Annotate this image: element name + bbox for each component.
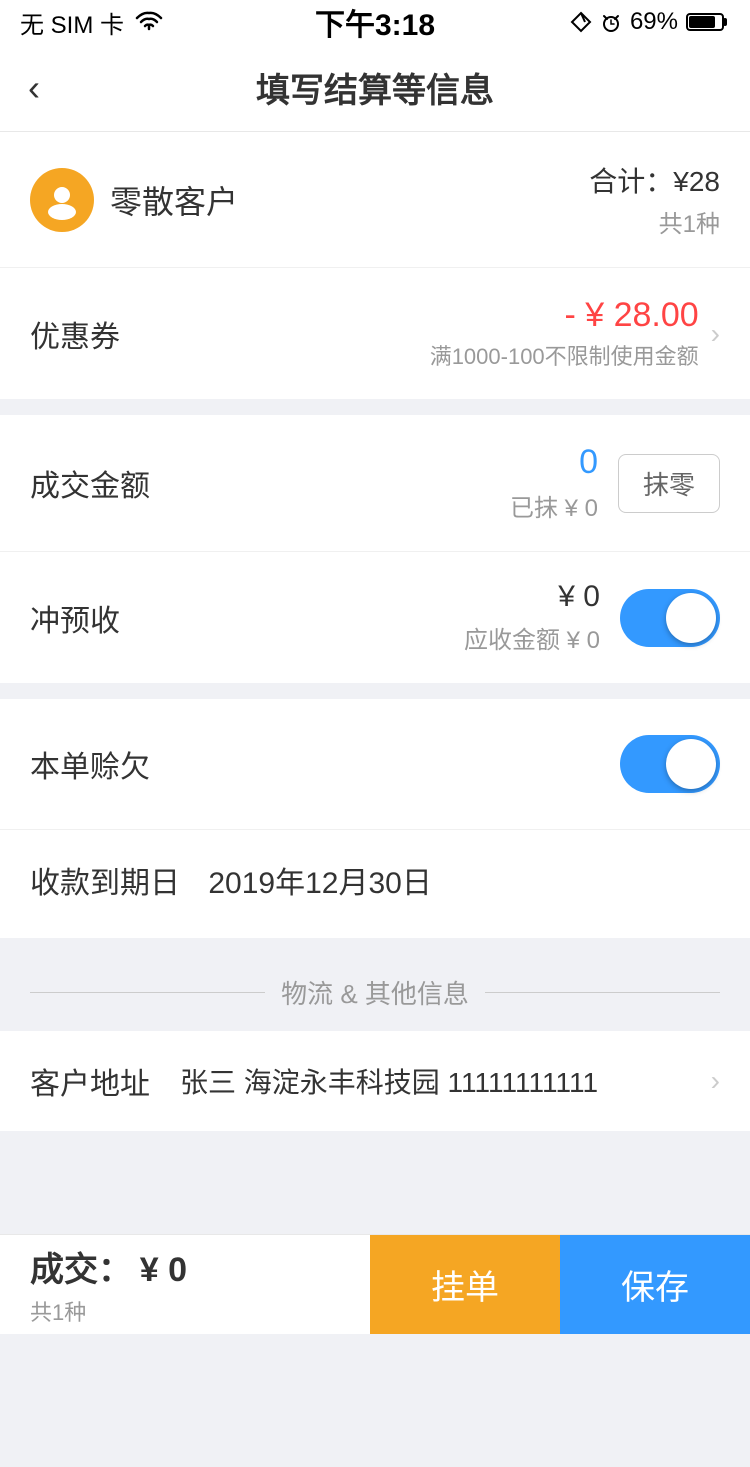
coupon-chevron-icon: › (711, 318, 720, 350)
bottom-count: 共1种 (30, 1295, 340, 1327)
prepay-sub: 应收金额 ¥ 0 (464, 620, 600, 655)
due-date-row: 收款到期日 2019年12月30日 (0, 829, 750, 938)
logistics-hr-right (485, 992, 720, 993)
customer-right: 合计：¥28 共1种 (589, 160, 720, 239)
customer-row: 零散客户 合计：¥28 共1种 (0, 132, 750, 267)
battery-percent: 69% (630, 8, 678, 36)
alarm-icon (600, 11, 622, 33)
prepay-toggle[interactable] (620, 589, 720, 647)
battery-icon (686, 11, 730, 33)
logistics-text: 物流 & 其他信息 (281, 974, 469, 1011)
credit-label: 本单赊欠 (30, 742, 150, 786)
hold-button[interactable]: 挂单 (370, 1235, 560, 1334)
credit-section: 本单赊欠 收款到期日 2019年12月30日 (0, 699, 750, 938)
status-left: 无 SIM 卡 (20, 5, 164, 40)
bottom-spacer (0, 1347, 750, 1467)
customer-name: 零散客户 (110, 177, 238, 223)
bottom-deal-value: ¥ 0 (140, 1251, 187, 1289)
credit-toggle-knob (666, 739, 716, 789)
save-button[interactable]: 保存 (560, 1235, 750, 1334)
toggle-knob (666, 593, 716, 643)
credit-row: 本单赊欠 (0, 699, 750, 829)
due-date-label: 收款到期日 (30, 867, 180, 900)
address-chevron-icon: › (711, 1065, 720, 1097)
page-title: 填写结算等信息 (256, 63, 494, 112)
coupon-amount: - ¥ 28.00 (430, 296, 699, 335)
logistics-divider: 物流 & 其他信息 (0, 954, 750, 1031)
coupon-value: - ¥ 28.00 满1000-100不限制使用金额 (430, 296, 699, 371)
deal-amount-right: 0 已抹 ¥ 0 抹零 (510, 443, 720, 523)
logistics-line: 物流 & 其他信息 (30, 974, 720, 1011)
deal-amount-label: 成交金额 (30, 461, 150, 505)
status-time: 下午3:18 (315, 0, 435, 44)
customer-total: 合计：¥28 (589, 160, 720, 200)
prepay-value-group: ¥ 0 应收金额 ¥ 0 (464, 580, 600, 655)
location-icon (570, 11, 592, 33)
deal-section: 成交金额 0 已抹 ¥ 0 抹零 冲预收 ¥ 0 应收金额 ¥ 0 (0, 415, 750, 683)
deal-amount-value-group: 0 已抹 ¥ 0 (510, 443, 598, 523)
wifi-icon (134, 11, 164, 33)
sim-status: 无 SIM 卡 (20, 5, 124, 40)
deal-amount-value[interactable]: 0 (510, 443, 598, 482)
address-label: 客户地址 (30, 1059, 150, 1103)
back-button[interactable]: ‹ (28, 67, 40, 109)
coupon-desc: 满1000-100不限制使用金额 (430, 339, 699, 371)
due-date-value: 2019年12月30日 (208, 867, 431, 900)
logistics-hr-left (30, 992, 265, 993)
bottom-deal-label: 成交： (30, 1251, 132, 1289)
address-row[interactable]: 客户地址 张三 海淀永丰科技园 11111111111 › (0, 1031, 750, 1131)
prepay-row: 冲预收 ¥ 0 应收金额 ¥ 0 (0, 552, 750, 683)
customer-section: 零散客户 合计：¥28 共1种 优惠券 - ¥ 28.00 满1000-100不… (0, 132, 750, 399)
status-bar: 无 SIM 卡 下午3:18 69% (0, 0, 750, 44)
nav-bar: ‹ 填写结算等信息 (0, 44, 750, 132)
bottom-bar: 成交： ¥ 0 共1种 挂单 保存 (0, 1234, 750, 1334)
bottom-info: 成交： ¥ 0 共1种 (0, 1235, 370, 1334)
coupon-right: - ¥ 28.00 满1000-100不限制使用金额 › (430, 296, 720, 371)
coupon-row[interactable]: 优惠券 - ¥ 28.00 满1000-100不限制使用金额 › (0, 267, 750, 399)
coupon-label: 优惠券 (30, 312, 120, 356)
deal-amount-row: 成交金额 0 已抹 ¥ 0 抹零 (0, 415, 750, 552)
credit-toggle[interactable] (620, 735, 720, 793)
customer-left: 零散客户 (30, 168, 238, 232)
customer-count: 共1种 (589, 204, 720, 239)
address-value: 张三 海淀永丰科技园 11111111111 (180, 1061, 711, 1101)
avatar (30, 168, 94, 232)
deal-amount-sub: 已抹 ¥ 0 (510, 488, 598, 523)
prepay-value: ¥ 0 (464, 580, 600, 614)
bottom-deal: 成交： ¥ 0 (30, 1242, 340, 1291)
status-right: 69% (570, 8, 730, 36)
round-off-button[interactable]: 抹零 (618, 454, 720, 513)
prepay-label: 冲预收 (30, 596, 120, 640)
prepay-right: ¥ 0 应收金额 ¥ 0 (464, 580, 720, 655)
